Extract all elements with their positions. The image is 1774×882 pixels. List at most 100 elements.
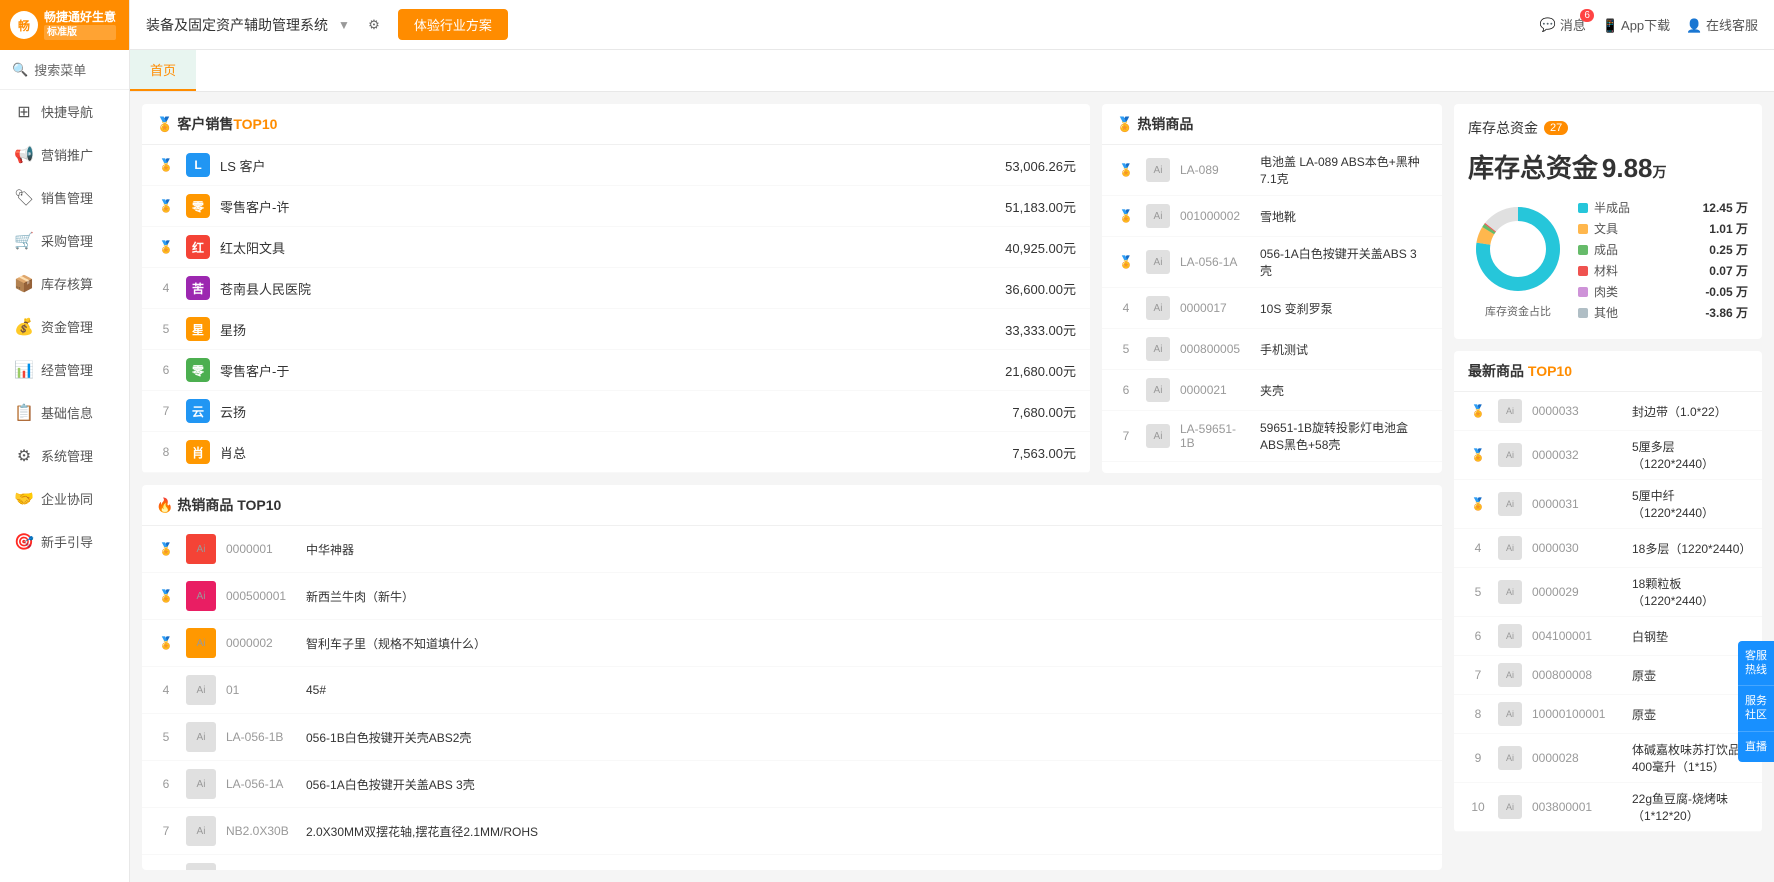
list-item: 8 Ai 0000011 12070519-xs — [142, 855, 1442, 870]
avatar: 云 — [186, 399, 210, 423]
rank-number: 🏅 — [156, 158, 176, 172]
legend-name: 文具 — [1594, 220, 1709, 237]
product-img: Ai — [1146, 424, 1170, 448]
product-img: Ai — [1146, 204, 1170, 228]
product-name: 夹壳 — [1260, 382, 1428, 399]
avatar: 零 — [186, 194, 210, 218]
inventory-card: 库存总资金 27 库存总资金 9.88万 — [1454, 104, 1762, 339]
product-code: LA-056-1A — [226, 777, 296, 791]
inventory-legend: 半成品 12.45 万 文具 1.01 万 成品 0.25 万 材料 0.07 … — [1578, 199, 1748, 325]
tab-home[interactable]: 首页 — [130, 50, 196, 91]
rank-number: 🏅 — [1116, 209, 1136, 223]
avatar: 星 — [186, 317, 210, 341]
sidebar-item-operations[interactable]: 📊经营管理 — [0, 348, 129, 391]
topbar-right: 💬 消息 6 📱 App下载 👤 在线客服 — [1540, 15, 1758, 34]
product-code: 0000032 — [1532, 448, 1622, 462]
system-title: 装备及固定资产辅助管理系统 — [146, 15, 328, 35]
nav-label-basic-info: 基础信息 — [41, 403, 93, 422]
float-button-服务社区[interactable]: 服务社区 — [1738, 686, 1774, 732]
sidebar-item-marketing[interactable]: 📢营销推广 — [0, 133, 129, 176]
hot-products-header: 🔥 热销商品 TOP10 — [142, 485, 1442, 526]
list-item: 6 Ai LA-056-1A 056-1A白色按键开关盖ABS 3壳 — [142, 761, 1442, 808]
product-img: Ai — [1146, 158, 1170, 182]
rank-number: 7 — [156, 824, 176, 838]
newest-products-card: 最新商品 TOP10 🏅 Ai 0000033 封边带（1.0*22） 🏅 Ai… — [1454, 351, 1762, 832]
customer-name: 零售客户-于 — [220, 361, 995, 380]
product-code: 000800008 — [1532, 668, 1622, 682]
product-name: 中华神器 — [306, 541, 1428, 558]
product-code: 0000002 — [226, 636, 296, 650]
product-img: Ai — [1498, 663, 1522, 687]
top-customers-header: 🏅 客户销售TOP10 — [142, 104, 1090, 145]
sidebar-item-purchase[interactable]: 🛒采购管理 — [0, 219, 129, 262]
product-name: 智利车子里（规格不知道填什么） — [306, 635, 1428, 652]
sidebar-item-guide[interactable]: 🎯新手引导 — [0, 520, 129, 563]
rank-number: 7 — [1468, 668, 1488, 682]
list-item: 🏅 Ai 0000032 5厘多层（1220*2440） — [1454, 431, 1762, 480]
nav-label-quick-nav: 快捷导航 — [41, 102, 93, 121]
sidebar-item-inventory[interactable]: 📦库存核算 — [0, 262, 129, 305]
app-download[interactable]: 📱 App下载 — [1602, 15, 1670, 34]
dropdown-arrow[interactable]: ▼ — [338, 18, 350, 32]
sidebar: 畅 畅捷通好生意 标准版 🔍 搜索菜单 ⊞快捷导航📢营销推广🏷销售管理🛒采购管理… — [0, 0, 130, 882]
float-button-直播[interactable]: 直播 — [1738, 732, 1774, 762]
table-row: 🏅 零 零售客户-许 51,183.00元 — [142, 186, 1090, 227]
legend-color — [1578, 224, 1588, 234]
customer-name: 红太阳文具 — [220, 238, 995, 257]
nav-label-finance: 资金管理 — [41, 317, 93, 336]
table-row: 🏅 Ai LA-056-1A 056-1A白色按键开关盖ABS 3壳 — [1102, 237, 1442, 288]
customer-name: 肖总 — [220, 443, 1002, 462]
product-img: Ai — [1498, 492, 1522, 516]
product-name: 封边带（1.0*22） — [1632, 403, 1748, 420]
legend-color — [1578, 203, 1588, 213]
customer-amount: 21,680.00元 — [1005, 361, 1076, 380]
message-button[interactable]: 💬 消息 6 — [1540, 15, 1586, 34]
settings-icon[interactable]: ⚙ — [360, 11, 388, 39]
product-code: 10000100001 — [1532, 707, 1622, 721]
customer-amount: 7,680.00元 — [1012, 402, 1076, 421]
customer-name: LS 客户 — [220, 156, 995, 175]
trial-button[interactable]: 体验行业方案 — [398, 9, 508, 40]
content-scroll: 🏅 客户销售TOP10 🏅 L LS 客户 53,006.26元 🏅 零 零售客… — [130, 92, 1454, 882]
hot-products-title: 🔥 热销商品 TOP10 — [156, 495, 281, 515]
inventory-badge: 27 — [1544, 121, 1568, 135]
nav-label-inventory: 库存核算 — [41, 274, 93, 293]
sidebar-item-finance[interactable]: 💰资金管理 — [0, 305, 129, 348]
legend-color — [1578, 245, 1588, 255]
nav-icon-quick-nav: ⊞ — [15, 103, 33, 121]
search-menu[interactable]: 🔍 搜索菜单 — [0, 50, 129, 90]
avatar: 红 — [186, 235, 210, 259]
customer-amount: 53,006.26元 — [1005, 156, 1076, 175]
float-button-客服热线[interactable]: 客服热线 — [1738, 641, 1774, 687]
product-code: 0000031 — [1532, 497, 1622, 511]
donut-chart-wrapper: 库存资金占比 — [1468, 199, 1568, 319]
rank-number: 5 — [1468, 585, 1488, 599]
list-item: 🏅 Ai 000500001 新西兰牛肉（新牛） — [142, 573, 1442, 620]
sidebar-item-basic-info[interactable]: 📋 基础信息 — [0, 391, 129, 434]
sidebar-item-quick-nav[interactable]: ⊞ 快捷导航 — [0, 90, 129, 133]
sidebar-item-enterprise[interactable]: 🤝企业协同 — [0, 477, 129, 520]
rank-number: 🏅 — [156, 240, 176, 254]
legend-color — [1578, 308, 1588, 318]
product-code: LA-089 — [1180, 163, 1250, 177]
rank-number: 6 — [156, 363, 176, 377]
table-row: 🏅 红 红太阳文具 40,925.00元 — [142, 227, 1090, 268]
customer-amount: 7,563.00元 — [1012, 443, 1076, 462]
rank-number: 🏅 — [156, 636, 176, 650]
nav-icon-basic-info: 📋 — [15, 404, 33, 422]
list-item: 7 Ai NB2.0X30B 2.0X30MM双摆花轴,摆花直径2.1MM/RO… — [142, 808, 1442, 855]
top-customers-card: 🏅 客户销售TOP10 🏅 L LS 客户 53,006.26元 🏅 零 零售客… — [142, 104, 1090, 473]
nav-list: ⊞ 快捷导航 📢营销推广🏷销售管理🛒采购管理📦库存核算💰资金管理📊经营管理 📋 基础信息… — [0, 90, 129, 563]
nav-icon-marketing: 📢 — [15, 146, 33, 164]
sidebar-item-system[interactable]: ⚙系统管理 — [0, 434, 129, 477]
product-name: 18多层（1220*2440） — [1632, 540, 1748, 557]
hot-goods-card: 🏅 热销商品 🏅 Ai LA-089 电池盖 LA-089 ABS本色+黑种 7… — [1102, 104, 1442, 473]
logo-icon: 畅 — [10, 11, 38, 39]
product-code: 0000021 — [1180, 383, 1250, 397]
product-code: 000800005 — [1180, 342, 1250, 356]
online-service[interactable]: 👤 在线客服 — [1686, 15, 1758, 34]
product-img: Ai — [186, 534, 216, 564]
sidebar-item-sales[interactable]: 🏷销售管理 — [0, 176, 129, 219]
product-img: Ai — [1146, 337, 1170, 361]
product-name: 18颗粒板（1220*2440） — [1632, 575, 1748, 609]
